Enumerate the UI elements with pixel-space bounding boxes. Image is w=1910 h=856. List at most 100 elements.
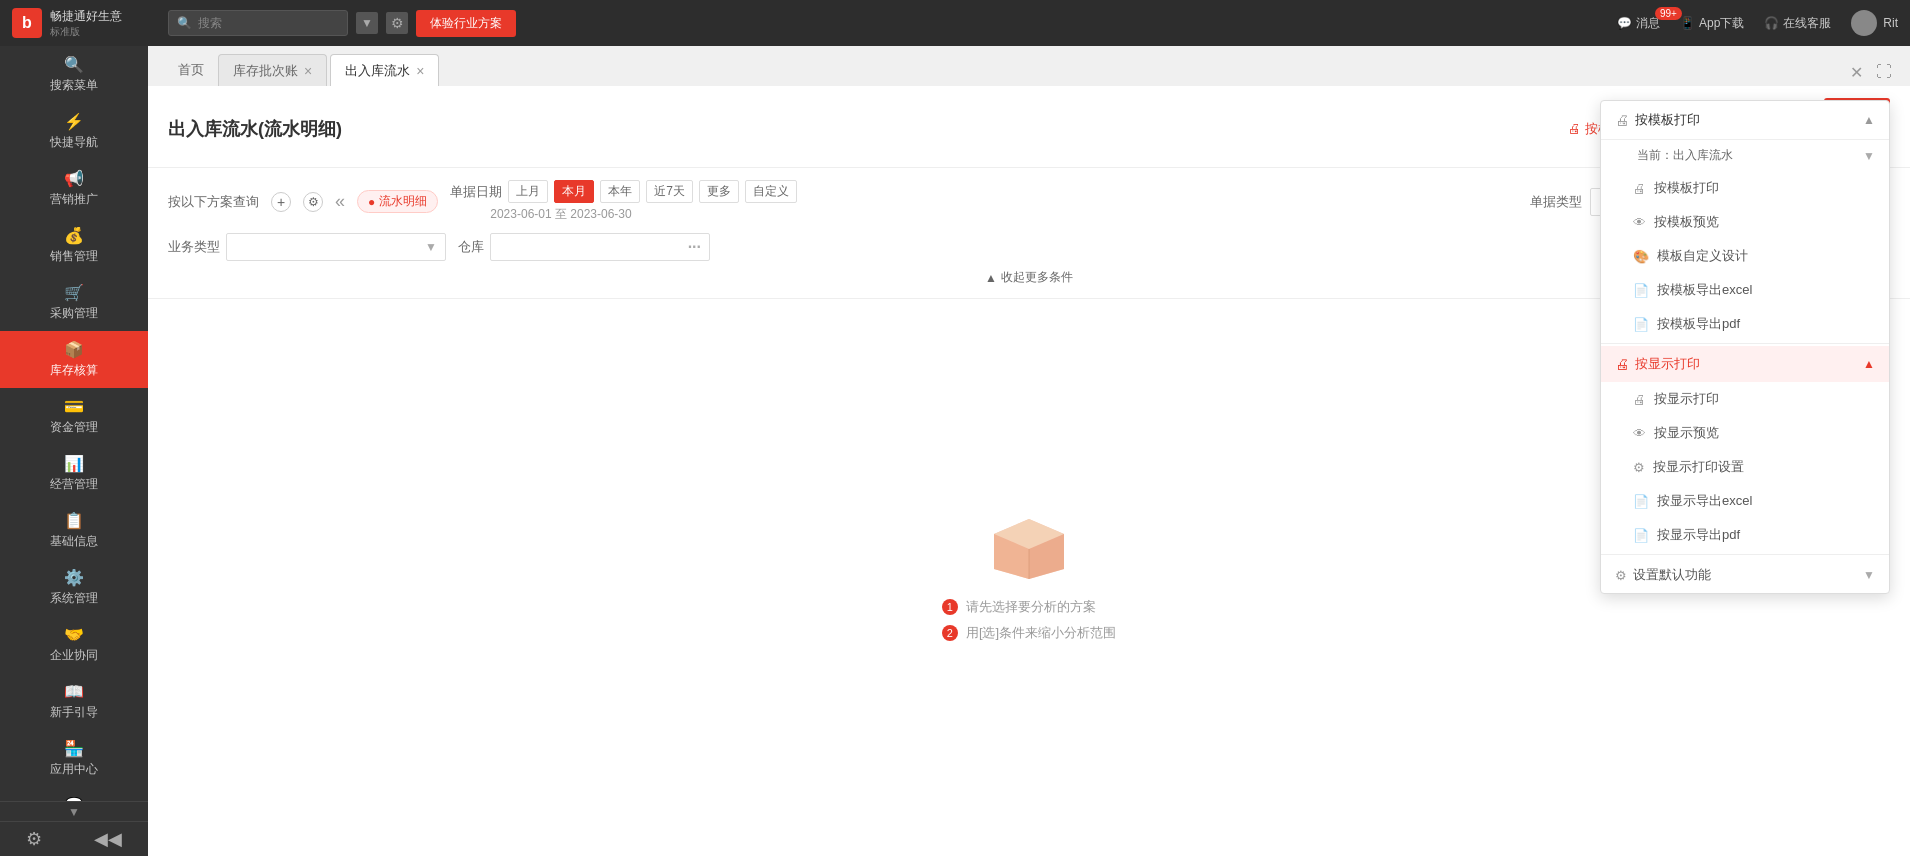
- dropdown-item-display-settings[interactable]: ⚙ 按显示打印设置: [1601, 450, 1889, 484]
- collapse-filter-icon[interactable]: «: [335, 191, 345, 212]
- sidebar-settings-btn[interactable]: ⚙: [26, 828, 42, 850]
- tab-home[interactable]: 首页: [164, 54, 218, 86]
- dropdown-divider: [1601, 343, 1889, 344]
- dropdown-item-template-design[interactable]: 🎨 模板自定义设计: [1601, 239, 1889, 273]
- step2-num: 2: [942, 625, 958, 641]
- sidebar-item-label: 企业协同: [50, 647, 98, 664]
- tab-flow[interactable]: 出入库流水 ×: [330, 54, 439, 86]
- sidebar-item-label: 基础信息: [50, 533, 98, 550]
- add-filter-btn[interactable]: +: [271, 192, 291, 212]
- template-excel-label: 按模板导出excel: [1657, 281, 1752, 299]
- tab-batch-close[interactable]: ×: [304, 63, 312, 79]
- tab-batch-label: 库存批次账: [233, 62, 298, 80]
- dropdown-item-display-preview[interactable]: 👁 按显示预览: [1601, 416, 1889, 450]
- dropdown-item-template-print[interactable]: 🖨 按模板打印: [1601, 171, 1889, 205]
- warehouse-label: 仓库: [458, 238, 484, 256]
- sidebar-item-system[interactable]: ⚙️ 系统管理: [0, 559, 148, 616]
- template-preview-label: 按模板预览: [1654, 213, 1719, 231]
- dropdown-item-template-preview[interactable]: 👁 按模板预览: [1601, 205, 1889, 239]
- finance-icon: 💳: [64, 397, 84, 416]
- dropdown-item-template-pdf[interactable]: 📄 按模板导出pdf: [1601, 307, 1889, 341]
- date-range-display: 2023-06-01 至 2023-06-30: [450, 206, 797, 223]
- config-filter-btn[interactable]: ⚙: [303, 192, 323, 212]
- doc-type-label: 单据类型: [1530, 193, 1582, 211]
- tab-flow-close[interactable]: ×: [416, 63, 424, 79]
- template-pdf-label: 按模板导出pdf: [1657, 315, 1740, 333]
- chevron-up-small-icon: ▲: [985, 271, 997, 285]
- app-download-btn[interactable]: 📱 App下载: [1680, 15, 1744, 32]
- sales-icon: 💰: [64, 226, 84, 245]
- dropdown-title: 按模板打印: [1635, 111, 1700, 129]
- date-label: 单据日期: [450, 183, 502, 201]
- dropdown-current[interactable]: 当前：出入库流水 ▼: [1601, 140, 1889, 171]
- sidebar-item-quick[interactable]: ⚡ 快捷导航: [0, 103, 148, 160]
- dropdown-footer[interactable]: ⚙ 设置默认功能 ▼: [1601, 557, 1889, 593]
- display-pdf-icon: 📄: [1633, 528, 1649, 543]
- dropdown-item-display-pdf[interactable]: 📄 按显示导出pdf: [1601, 518, 1889, 552]
- step1-num: 1: [942, 599, 958, 615]
- sidebar-scroll-down[interactable]: ▼: [0, 801, 148, 821]
- app-download-label: App下载: [1699, 15, 1744, 32]
- app-version: 标准版: [50, 25, 122, 39]
- date-btn-more[interactable]: 更多: [699, 180, 739, 203]
- dropdown-display-section[interactable]: 🖨 按显示打印 ▲: [1601, 346, 1889, 382]
- template-design-label: 模板自定义设计: [1657, 247, 1748, 265]
- online-service-btn[interactable]: 🎧 在线客服: [1764, 15, 1831, 32]
- sidebar-collapse-btn[interactable]: ◀◀: [94, 828, 122, 850]
- tab-batch[interactable]: 库存批次账 ×: [218, 54, 327, 86]
- collapse-label: 收起更多条件: [1001, 269, 1073, 286]
- settings-icon-btn[interactable]: ⚙: [386, 12, 408, 34]
- collapse-more-btn[interactable]: ▲ 收起更多条件: [985, 269, 1073, 286]
- date-filter-section: 单据日期 上月 本月 本年 近7天 更多 自定义 2023-06-01 至 20…: [450, 180, 797, 223]
- message-btn[interactable]: 💬 消息 99+: [1617, 15, 1660, 32]
- dropdown-icon[interactable]: ▼: [356, 12, 378, 34]
- sidebar-item-wechat[interactable]: 💬 企业微信: [0, 787, 148, 801]
- sidebar-item-guide[interactable]: 📖 新手引导: [0, 673, 148, 730]
- sidebar-item-label: 系统管理: [50, 590, 98, 607]
- trial-btn[interactable]: 体验行业方案: [416, 10, 516, 37]
- sidebar-item-label: 经营管理: [50, 476, 98, 493]
- sidebar-item-base[interactable]: 📋 基础信息: [0, 502, 148, 559]
- filter-tag-label: 流水明细: [379, 193, 427, 210]
- dropdown-chevron-up: ▲: [1863, 113, 1875, 127]
- business-type-select[interactable]: ▼: [226, 233, 446, 261]
- filter-tag[interactable]: ● 流水明细: [357, 190, 438, 213]
- empty-step-1: 1 请先选择要分析的方案: [942, 598, 1116, 616]
- close-btn[interactable]: ✕: [1846, 62, 1866, 82]
- dropdown-header[interactable]: 🖨 按模板打印 ▲: [1601, 101, 1889, 140]
- dropdown-item-display-print[interactable]: 🖨 按显示打印: [1601, 382, 1889, 416]
- sidebar-item-purchase[interactable]: 🛒 采购管理: [0, 274, 148, 331]
- sidebar-item-sales[interactable]: 💰 销售管理: [0, 217, 148, 274]
- dropdown-item-display-excel[interactable]: 📄 按显示导出excel: [1601, 484, 1889, 518]
- apps-icon: 🏪: [64, 739, 84, 758]
- display-settings-icon: ⚙: [1633, 460, 1645, 475]
- display-preview-label: 按显示预览: [1654, 424, 1719, 442]
- sidebar-item-finance[interactable]: 💳 资金管理: [0, 388, 148, 445]
- sidebar-item-collab[interactable]: 🤝 企业协同: [0, 616, 148, 673]
- date-btn-last-month[interactable]: 上月: [508, 180, 548, 203]
- date-filter-row: 单据日期 上月 本月 本年 近7天 更多 自定义: [450, 180, 797, 203]
- search-placeholder: 搜索: [198, 15, 222, 32]
- date-btn-7days[interactable]: 近7天: [646, 180, 693, 203]
- user-area[interactable]: Rit: [1851, 10, 1898, 36]
- sidebar-item-label: 搜索菜单: [50, 77, 98, 94]
- page-title: 出入库流水(流水明细): [168, 117, 342, 141]
- sidebar-item-inventory[interactable]: 📦 库存核算: [0, 331, 148, 388]
- sidebar-item-apps[interactable]: 🏪 应用中心: [0, 730, 148, 787]
- topbar-search[interactable]: 🔍 搜索: [168, 10, 348, 36]
- sidebar-item-label: 销售管理: [50, 248, 98, 265]
- sidebar-item-label: 库存核算: [50, 362, 98, 379]
- tab-home-label: 首页: [178, 61, 204, 79]
- date-btn-custom[interactable]: 自定义: [745, 180, 797, 203]
- sidebar-item-marketing[interactable]: 📢 营销推广: [0, 160, 148, 217]
- dropdown-item-template-excel[interactable]: 📄 按模板导出excel: [1601, 273, 1889, 307]
- date-btn-this-month[interactable]: 本月: [554, 180, 594, 203]
- avatar: [1851, 10, 1877, 36]
- sidebar-item-search[interactable]: 🔍 搜索菜单: [0, 46, 148, 103]
- search-nav-icon: 🔍: [64, 55, 84, 74]
- warehouse-select[interactable]: ···: [490, 233, 710, 261]
- sidebar-item-operations[interactable]: 📊 经营管理: [0, 445, 148, 502]
- sidebar-item-label: 快捷导航: [50, 134, 98, 151]
- date-btn-this-year[interactable]: 本年: [600, 180, 640, 203]
- expand-btn[interactable]: ⛶: [1874, 62, 1894, 82]
